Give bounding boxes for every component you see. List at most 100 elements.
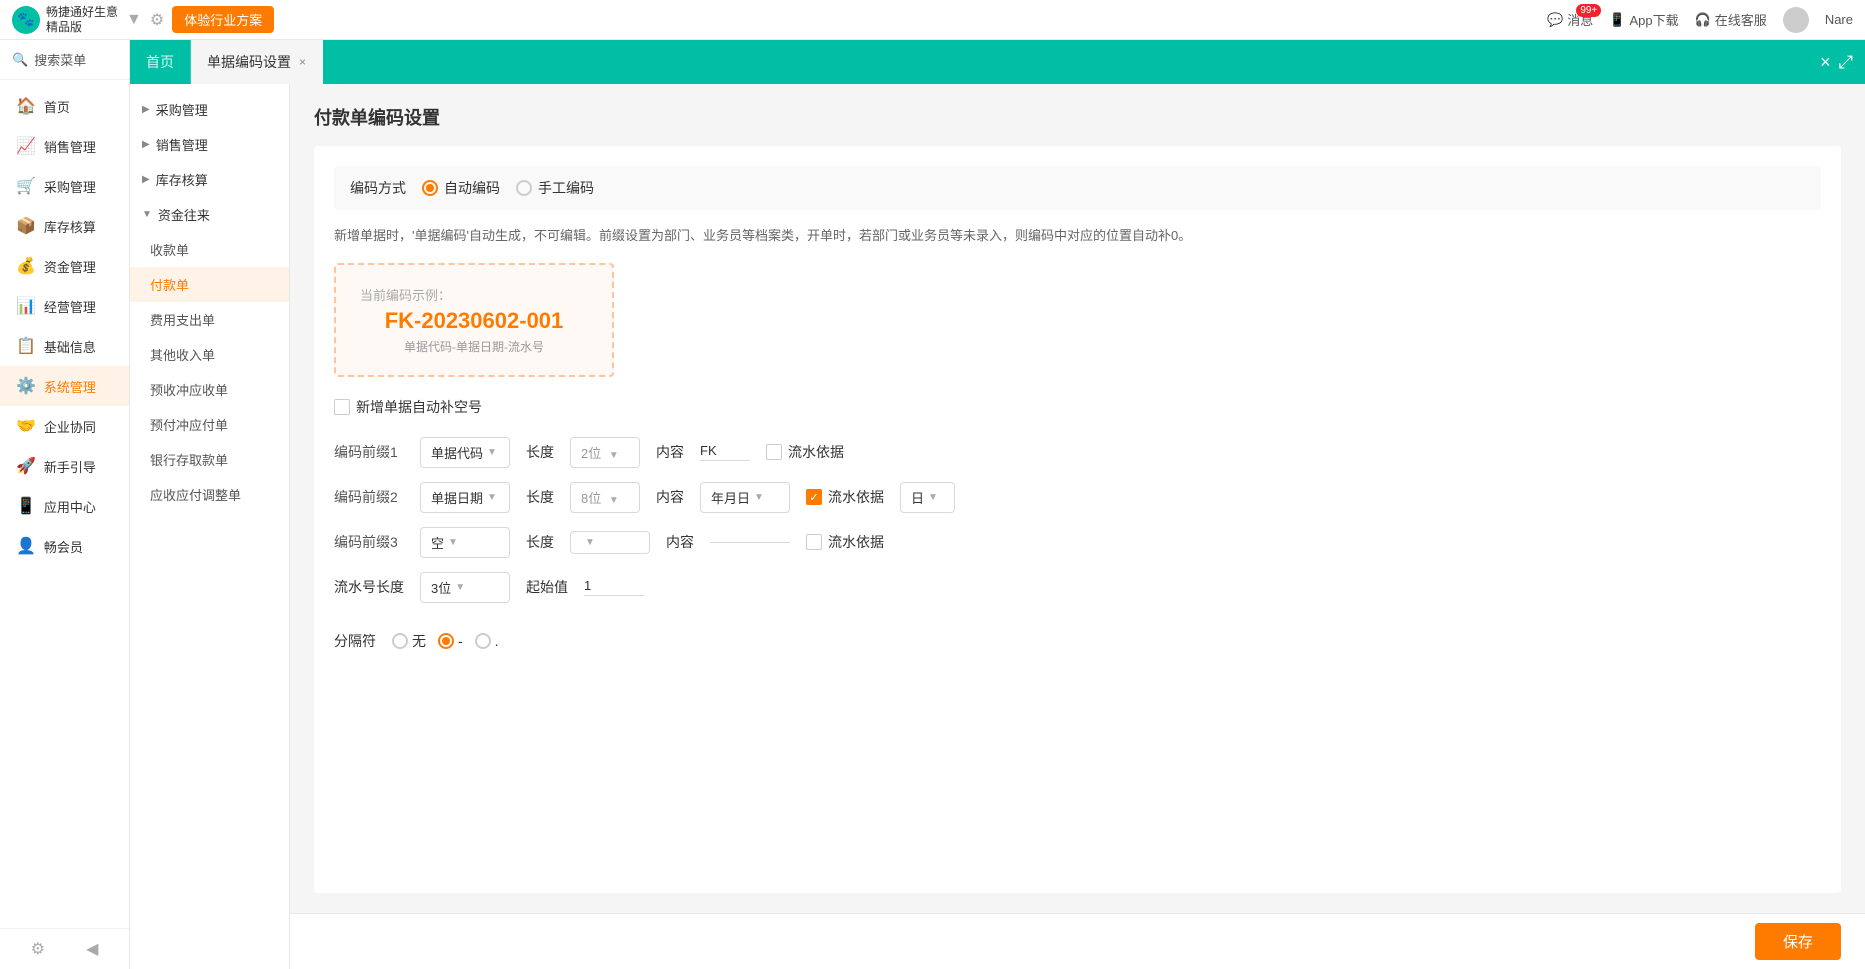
prefix2-arrow-icon: ▼ [487,492,497,503]
prefix2-length-input[interactable]: 8位 ▼ [570,482,640,513]
trial-button[interactable]: 体验行业方案 [172,6,274,33]
sidebar-item-guide[interactable]: 🚀 新手引导 [0,446,129,486]
prefix3-content-label: 内容 [666,532,694,552]
prefix1-length-label: 长度 [526,442,554,462]
prefix3-length-input[interactable]: ▼ [570,531,650,554]
serial-length-label: 流水号长度 [334,577,404,597]
group-inventory: ▶ 库存核算 [130,162,289,197]
group-purchase-title[interactable]: ▶ 采购管理 [130,92,289,127]
sidebar-item-sales[interactable]: 📈 销售管理 [0,126,129,166]
left-sidebar: 🔍 搜索菜单 🏠 首页 📈 销售管理 🛒 采购管理 📦 库存核算 💰 [0,40,130,969]
manual-encode-radio[interactable]: 手工编码 [516,178,594,198]
preview-label: 当前编码示例： [360,285,588,304]
sidebar-item-basic[interactable]: 📋 基础信息 [0,326,129,366]
tab-actions: × ⤢ [1820,52,1865,73]
prefix2-content-select[interactable]: 年月日 ▼ [700,482,790,513]
message-icon: 💬 [1547,12,1563,28]
serial-row: 流水号长度 3位 ▼ 起始值 1 [334,572,1821,603]
operation-icon: 📊 [16,296,36,316]
prefix2-serial-checkbox[interactable] [806,489,822,505]
search-menu[interactable]: 🔍 搜索菜单 [0,40,129,80]
sidebar-item-inventory[interactable]: 📦 库存核算 [0,206,129,246]
group-sales-title[interactable]: ▶ 销售管理 [130,127,289,162]
form-section: 编码前缀1 单据代码 ▼ 长度 2位 ▼ 内容 [334,437,1821,651]
preview-desc: 单据代码-单据日期-流水号 [360,338,588,355]
preview-code: FK-20230602-001 [360,308,588,334]
sidebar-settings-icon[interactable]: ⚙ [31,939,45,959]
save-button[interactable]: 保存 [1755,923,1841,960]
tab-close-icon[interactable]: × [299,55,306,69]
tab-expand-icon[interactable]: ⤢ [1839,52,1853,73]
main-content: 付款单编码设置 编码方式 自动编码 [290,84,1865,913]
sec-sidebar-prepay-pay[interactable]: 预付冲应付单 [130,407,289,442]
sec-sidebar-prepay-receive[interactable]: 预收冲应收单 [130,372,289,407]
tab-minimize-icon[interactable]: × [1820,52,1831,73]
topbar: 🐾 畅捷通好生意 精品版 ▼ ⚙ 体验行业方案 💬 消息 99+ 📱 App下载… [0,0,1865,40]
sidebar-item-member[interactable]: 👤 畅会员 [0,526,129,566]
sec-sidebar-expense[interactable]: 费用支出单 [130,302,289,337]
chevron-down-icon: ▼ [142,209,152,220]
tab-home[interactable]: 首页 [130,40,191,84]
prefix3-serial-follow: 流水依据 [806,532,884,552]
chevron-right-icon3: ▶ [142,174,150,185]
prefix3-length-arrow-icon: ▼ [585,537,595,548]
prefix1-serial-checkbox[interactable] [766,444,782,460]
download-icon: 📱 [1609,12,1625,28]
encode-method-row: 编码方式 自动编码 手工编码 [334,166,1821,210]
sec-sidebar-receivable-adjust[interactable]: 应收应付调整单 [130,477,289,512]
follow-unit-arrow-icon: ▼ [928,492,938,503]
sidebar-item-system[interactable]: ⚙️ 系统管理 [0,366,129,406]
app-logo: 🐾 畅捷通好生意 精品版 [12,5,118,34]
prefix2-follow-unit-select[interactable]: 日 ▼ [900,482,955,513]
guide-icon: 🚀 [16,456,36,476]
online-service-button[interactable]: 🎧 在线客服 [1695,10,1767,29]
serial-length-select[interactable]: 3位 ▼ [420,572,510,603]
separator-none[interactable]: 无 [392,631,426,651]
prefix2-select[interactable]: 单据日期 ▼ [420,482,510,513]
avatar[interactable] [1783,7,1809,33]
separator-dash[interactable]: - [438,633,463,649]
settings-card: 编码方式 自动编码 手工编码 [314,146,1841,893]
separator-dot[interactable]: . [475,633,499,649]
sec-sidebar-bank-deposit[interactable]: 银行存取款单 [130,442,289,477]
group-capital: ▼ 资金往来 收款单 付款单 费用支出单 其他收入单 [130,197,289,512]
prefix1-length-input[interactable]: 2位 ▼ [570,437,640,468]
prefix3-serial-checkbox[interactable] [806,534,822,550]
page-title: 付款单编码设置 [314,104,1841,130]
sidebar-item-apps[interactable]: 📱 应用中心 [0,486,129,526]
group-sales: ▶ 销售管理 [130,127,289,162]
sidebar-item-operation[interactable]: 📊 经营管理 [0,286,129,326]
sec-sidebar-receipt[interactable]: 收款单 [130,232,289,267]
prefix1-length-dropdown-icon: ▼ [609,450,619,461]
member-icon: 👤 [16,536,36,556]
prefix1-serial-follow: 流水依据 [766,442,844,462]
logo-text: 畅捷通好生意 精品版 [46,5,118,34]
sidebar-collapse-icon[interactable]: ◀ [86,939,98,959]
serial-start-value[interactable]: 1 [584,578,644,596]
sec-sidebar-other-income[interactable]: 其他收入单 [130,337,289,372]
group-inventory-title[interactable]: ▶ 库存核算 [130,162,289,197]
sec-sidebar-payment[interactable]: 付款单 [130,267,289,302]
sidebar-item-partner[interactable]: 🤝 企业协同 [0,406,129,446]
prefix3-select[interactable]: 空 ▼ [420,527,510,558]
sep-dash-dot [438,633,454,649]
sales-icon: 📈 [16,136,36,156]
footer-bar: 保存 [290,913,1865,969]
sidebar-item-finance[interactable]: 💰 资金管理 [0,246,129,286]
tab-serial[interactable]: 单据编码设置 × [191,40,323,84]
sidebar-item-purchase[interactable]: 🛒 采购管理 [0,166,129,206]
prefix2-row: 编码前缀2 单据日期 ▼ 长度 8位 ▼ 内容 [334,482,1821,513]
auto-fill-checkbox[interactable] [334,399,350,415]
sep-none-dot [392,633,408,649]
dropdown-arrow-icon[interactable]: ▼ [126,11,142,29]
sidebar-item-home[interactable]: 🏠 首页 [0,86,129,126]
serial-start-label: 起始值 [526,577,568,597]
auto-encode-radio[interactable]: 自动编码 [422,178,500,198]
group-capital-title[interactable]: ▼ 资金往来 [130,197,289,232]
prefix3-label: 编码前缀3 [334,532,404,552]
prefix2-content-arrow-icon: ▼ [754,492,764,503]
settings-icon[interactable]: ⚙ [150,10,164,30]
app-download-button[interactable]: 📱 App下载 [1609,10,1678,29]
prefix1-select[interactable]: 单据代码 ▼ [420,437,510,468]
message-button[interactable]: 💬 消息 99+ [1547,10,1593,29]
